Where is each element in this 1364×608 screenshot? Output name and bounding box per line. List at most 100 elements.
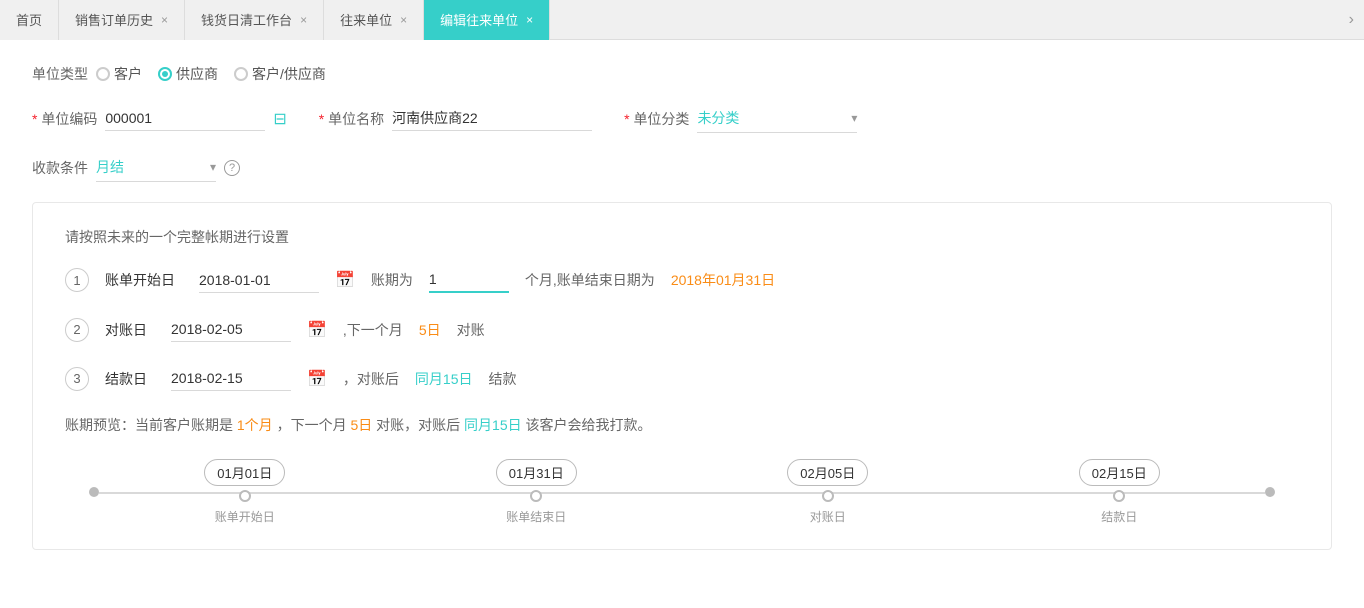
unit-name-label: 单位名称: [319, 109, 384, 129]
unit-name-item: 单位名称: [319, 106, 592, 131]
tab-sales-order-history[interactable]: 销售订单历史 ×: [59, 0, 185, 40]
radio-customer[interactable]: 客户: [96, 64, 142, 84]
timeline-end-circle: [1265, 487, 1275, 497]
timeline-point-4: 02月15日 结款日: [974, 459, 1266, 525]
tab-home-label: 首页: [16, 10, 42, 29]
unit-type-item: 单位类型 客户 供应商 客户/供应商: [32, 64, 326, 84]
row-num-2: 2: [65, 318, 89, 342]
tab-partner-units[interactable]: 往来单位 ×: [324, 0, 424, 40]
payment-highlight: 同月15日: [415, 369, 473, 389]
period-suffix: 个月,账单结束日期为: [525, 270, 655, 290]
unit-category-arrow-icon: ▾: [851, 111, 857, 125]
row-num-1: 1: [65, 268, 89, 292]
radio-supplier-circle: [158, 67, 172, 81]
period-label: 账期为: [371, 270, 413, 290]
tab-sales-label: 销售订单历史: [75, 10, 153, 29]
timeline-dot-1: [239, 490, 251, 502]
unit-category-select[interactable]: 未分类 ▾: [697, 104, 857, 133]
reconcile-after: 对账: [457, 320, 485, 340]
tab-edit-close-icon[interactable]: ×: [526, 13, 533, 27]
radio-both-label: 客户/供应商: [252, 64, 326, 84]
radio-both[interactable]: 客户/供应商: [234, 64, 326, 84]
period-value-input[interactable]: [429, 267, 509, 293]
start-date-input[interactable]: [199, 268, 319, 293]
preview-middle1: ，下一个月: [277, 417, 347, 433]
tab-cash-reconciliation[interactable]: 钱货日清工作台 ×: [185, 0, 324, 40]
settings-panel: 请按照未来的一个完整帐期进行设置 1 账单开始日 📅 账期为 个月,账单结束日期…: [32, 202, 1332, 550]
payment-date-label: 结款日: [105, 369, 147, 389]
preview-highlight1: 1个月: [237, 417, 273, 433]
payment-after: 结款: [489, 369, 517, 389]
timeline-point-1: 01月01日 账单开始日: [99, 459, 391, 525]
timeline-tag-2: 01月31日: [496, 459, 577, 486]
timeline-dot-3: [822, 490, 834, 502]
radio-customer-circle: [96, 67, 110, 81]
unit-type-label: 单位类型: [32, 64, 88, 84]
unit-code-copy-icon[interactable]: ⊟: [273, 109, 286, 129]
timeline-label-1: 账单开始日: [215, 508, 275, 525]
payment-terms-help-icon[interactable]: ?: [224, 160, 240, 176]
main-content: 单位类型 客户 供应商 客户/供应商 单位编码 ⊟: [0, 40, 1364, 608]
preview-highlight2: 5日: [350, 417, 372, 433]
timeline-tag-3: 02月05日: [787, 459, 868, 486]
reconcile-before: ,下一个月: [343, 320, 403, 340]
payment-date-calendar-icon[interactable]: 📅: [307, 369, 327, 389]
tab-cash-close-icon[interactable]: ×: [300, 13, 307, 27]
unit-info-row: 单位编码 ⊟ 单位名称 单位分类 未分类 ▾: [32, 104, 1332, 133]
timeline-label-4: 结款日: [1101, 508, 1137, 525]
tab-home[interactable]: 首页: [0, 0, 59, 40]
payment-terms-item: 收款条件 月结 ▾ ?: [32, 153, 240, 182]
unit-name-input[interactable]: [392, 106, 592, 131]
timeline-tag-4: 02月15日: [1079, 459, 1160, 486]
setting-row-2: 2 对账日 📅 ,下一个月 5日 对账: [65, 317, 1299, 342]
setting-row-1: 1 账单开始日 📅 账期为 个月,账单结束日期为 2018年01月31日: [65, 267, 1299, 293]
timeline-inner: 01月01日 账单开始日 01月31日 账单结束日 02月05日: [99, 459, 1265, 525]
unit-category-value: 未分类: [697, 108, 843, 128]
unit-type-row: 单位类型 客户 供应商 客户/供应商: [32, 64, 1332, 84]
unit-category-label: 单位分类: [624, 109, 689, 129]
preview-prefix: 账期预览：当前客户账期是: [65, 417, 233, 433]
timeline-wrapper: 01月01日 账单开始日 01月31日 账单结束日 02月05日: [65, 459, 1299, 525]
timeline-start-circle: [89, 487, 99, 497]
timeline-dot-2: [530, 490, 542, 502]
unit-category-item: 单位分类 未分类 ▾: [624, 104, 857, 133]
radio-supplier[interactable]: 供应商: [158, 64, 218, 84]
reconcile-date-input[interactable]: [171, 317, 291, 342]
unit-code-input[interactable]: [105, 106, 265, 131]
tab-edit-label: 编辑往来单位: [440, 10, 518, 29]
payment-date-input[interactable]: [171, 366, 291, 391]
payment-terms-row: 收款条件 月结 ▾ ?: [32, 153, 1332, 182]
reconcile-highlight: 5日: [419, 320, 441, 340]
start-date-calendar-icon[interactable]: 📅: [335, 270, 355, 290]
tab-partner-close-icon[interactable]: ×: [400, 13, 407, 27]
timeline-point-2: 01月31日 账单结束日: [391, 459, 683, 525]
unit-code-item: 单位编码 ⊟: [32, 106, 287, 131]
tab-edit-partner[interactable]: 编辑往来单位 ×: [424, 0, 550, 40]
preview-text: 账期预览：当前客户账期是 1个月 ，下一个月 5日 对账，对账后 同月15日 该…: [65, 415, 1299, 435]
timeline-tag-1: 01月01日: [204, 459, 285, 486]
radio-customer-label: 客户: [114, 64, 142, 84]
radio-both-circle: [234, 67, 248, 81]
payment-before: ，对账后: [343, 369, 399, 389]
unit-type-radio-group: 客户 供应商 客户/供应商: [96, 64, 326, 84]
reconcile-date-label: 对账日: [105, 320, 147, 340]
reconcile-date-calendar-icon[interactable]: 📅: [307, 320, 327, 340]
timeline-start-dot: [89, 459, 99, 497]
payment-terms-value: 月结: [96, 157, 202, 177]
tab-partner-label: 往来单位: [340, 10, 392, 29]
preview-highlight3: 同月15日: [464, 417, 522, 433]
timeline-point-3: 02月05日 对账日: [682, 459, 974, 525]
preview-suffix: 该客户会给我打款。: [526, 417, 652, 433]
tab-cash-label: 钱货日清工作台: [201, 10, 292, 29]
tab-more-arrow[interactable]: ›: [1339, 11, 1364, 29]
timeline-label-3: 对账日: [810, 508, 846, 525]
panel-description: 请按照未来的一个完整帐期进行设置: [65, 227, 1299, 247]
row-num-3: 3: [65, 367, 89, 391]
timeline-label-2: 账单结束日: [506, 508, 566, 525]
timeline-end-dot: [1265, 459, 1275, 497]
preview-middle2: 对账，对账后: [376, 417, 460, 433]
period-end-date: 2018年01月31日: [671, 270, 775, 290]
payment-terms-arrow-icon: ▾: [210, 160, 216, 174]
payment-terms-select[interactable]: 月结 ▾: [96, 153, 216, 182]
tab-sales-close-icon[interactable]: ×: [161, 13, 168, 27]
